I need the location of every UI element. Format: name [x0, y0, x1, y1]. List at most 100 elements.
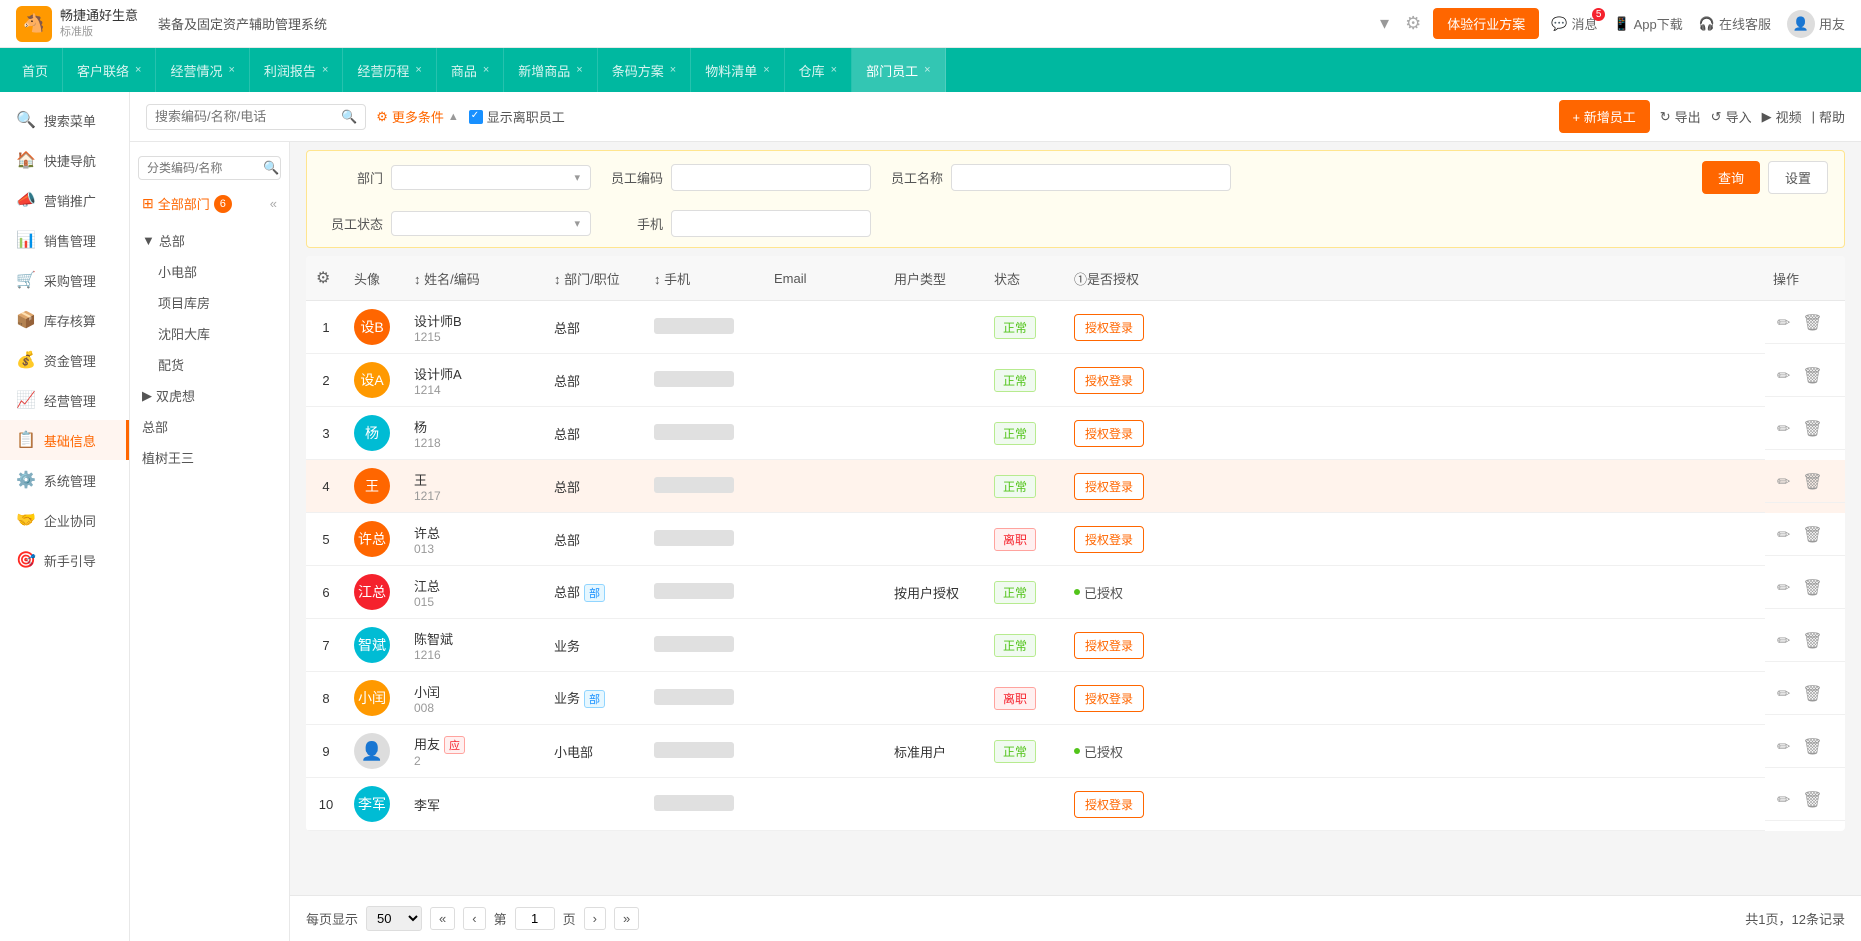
close-icon[interactable]: ×	[763, 64, 769, 76]
edit-button[interactable]: ✏	[1773, 682, 1794, 706]
delete-button[interactable]: 🗑	[1798, 417, 1826, 441]
auth-button[interactable]: 授权登录	[1074, 685, 1144, 712]
tab-operation[interactable]: 经营情况 ×	[156, 48, 249, 92]
auth-button[interactable]: 授权登录	[1074, 632, 1144, 659]
edit-button[interactable]: ✏	[1773, 788, 1794, 812]
import-button[interactable]: ↺ 导入	[1711, 107, 1752, 126]
help-button[interactable]: | 帮助	[1812, 107, 1845, 126]
filter-phone-input[interactable]	[671, 210, 871, 237]
th-dept[interactable]: ↕ 部门/职位	[546, 256, 646, 301]
sidebar-item-marketing[interactable]: 📣 营销推广	[0, 180, 129, 220]
gear-icon[interactable]: ⚙	[314, 266, 332, 290]
collapse-button[interactable]: «	[270, 196, 277, 211]
sidebar-item-guide[interactable]: 🎯 新手引导	[0, 540, 129, 580]
dept-all[interactable]: ⊞ 全部部门 6 «	[130, 186, 289, 221]
delete-button[interactable]: 🗑	[1798, 523, 1826, 547]
dept-node-shenyang[interactable]: 沈阳大库	[146, 318, 289, 349]
auth-button[interactable]: 授权登录	[1074, 526, 1144, 553]
edit-button[interactable]: ✏	[1773, 311, 1794, 335]
dept-node-peihuo[interactable]: 配货	[146, 349, 289, 380]
tab-barcode[interactable]: 条码方案 ×	[598, 48, 691, 92]
sidebar-item-purchase[interactable]: 🛒 采购管理	[0, 260, 129, 300]
dept-node-shuanghu[interactable]: ▶ 双虎想	[130, 380, 289, 411]
close-icon[interactable]: ×	[576, 64, 582, 76]
tab-profit[interactable]: 利润报告 ×	[250, 48, 343, 92]
page-input[interactable]	[515, 907, 555, 930]
tab-goods[interactable]: 商品 ×	[437, 48, 504, 92]
dept-node-xiaodian[interactable]: 小电部	[146, 256, 289, 287]
close-icon[interactable]: ×	[483, 64, 489, 76]
close-icon[interactable]: ×	[135, 64, 141, 76]
tab-home[interactable]: 首页	[8, 48, 63, 92]
auth-button[interactable]: 授权登录	[1074, 420, 1144, 447]
search-input[interactable]	[155, 109, 335, 124]
dept-node-root[interactable]: ▼ 总部	[130, 225, 289, 256]
dept-node-zhishu[interactable]: 植树王三	[130, 442, 289, 473]
trial-button[interactable]: 体验行业方案	[1433, 8, 1539, 39]
filter-more-button[interactable]: ⚙ 更多条件 ▲	[376, 107, 459, 126]
sidebar-item-collab[interactable]: 🤝 企业协同	[0, 500, 129, 540]
edit-button[interactable]: ✏	[1773, 629, 1794, 653]
sidebar-item-finance[interactable]: 💰 资金管理	[0, 340, 129, 380]
edit-button[interactable]: ✏	[1773, 735, 1794, 759]
filter-status-select[interactable]: ▾	[391, 211, 591, 236]
edit-button[interactable]: ✏	[1773, 470, 1794, 494]
close-icon[interactable]: ×	[322, 64, 328, 76]
filter-name-input[interactable]	[951, 164, 1231, 191]
filter-dept-select[interactable]: ▾	[391, 165, 591, 190]
tab-add-goods[interactable]: 新增商品 ×	[504, 48, 597, 92]
dept-node-project[interactable]: 项目库房	[146, 287, 289, 318]
delete-button[interactable]: 🗑	[1798, 629, 1826, 653]
setting-button[interactable]: 设置	[1768, 161, 1828, 194]
tab-bom[interactable]: 物料清单 ×	[691, 48, 784, 92]
delete-button[interactable]: 🗑	[1798, 470, 1826, 494]
th-phone[interactable]: ↕ 手机	[646, 256, 766, 301]
export-button[interactable]: ↻ 导出	[1660, 107, 1701, 126]
close-icon[interactable]: ×	[228, 64, 234, 76]
last-page-button[interactable]: »	[614, 907, 639, 930]
delete-button[interactable]: 🗑	[1798, 364, 1826, 388]
sidebar-item-nav[interactable]: 🏠 快捷导航	[0, 140, 129, 180]
edit-button[interactable]: ✏	[1773, 523, 1794, 547]
next-page-button[interactable]: ›	[584, 907, 606, 930]
dept-search-input[interactable]	[138, 156, 281, 180]
search-box[interactable]: 🔍	[146, 104, 366, 130]
close-icon[interactable]: ×	[924, 64, 930, 76]
page-size-select[interactable]: 50 100 200	[366, 906, 422, 931]
online-service-button[interactable]: 🎧 在线客服	[1699, 14, 1771, 33]
prev-page-button[interactable]: ‹	[463, 907, 485, 930]
sidebar-item-basic[interactable]: 📋 基础信息	[0, 420, 129, 460]
th-settings[interactable]: ⚙	[306, 256, 346, 301]
th-name[interactable]: ↕ 姓名/编码	[406, 256, 546, 301]
auth-button[interactable]: 授权登录	[1074, 791, 1144, 818]
sidebar-item-inventory[interactable]: 📦 库存核算	[0, 300, 129, 340]
sidebar-item-system[interactable]: ⚙️ 系统管理	[0, 460, 129, 500]
sidebar-item-sales[interactable]: 📊 销售管理	[0, 220, 129, 260]
edit-button[interactable]: ✏	[1773, 576, 1794, 600]
add-employee-button[interactable]: + 新增员工	[1559, 100, 1650, 133]
system-title-dropdown[interactable]: ▾	[1380, 13, 1389, 34]
delete-button[interactable]: 🗑	[1798, 311, 1826, 335]
sidebar-item-operation[interactable]: 📈 经营管理	[0, 380, 129, 420]
close-icon[interactable]: ×	[415, 64, 421, 76]
tab-customer[interactable]: 客户联络 ×	[63, 48, 156, 92]
tab-employee[interactable]: 部门员工 ×	[852, 48, 945, 92]
edit-button[interactable]: ✏	[1773, 364, 1794, 388]
dept-search[interactable]: 🔍	[130, 150, 289, 186]
auth-button[interactable]: 授权登录	[1074, 367, 1144, 394]
tab-warehouse[interactable]: 仓库 ×	[785, 48, 852, 92]
sidebar-item-search[interactable]: 🔍 搜索菜单	[0, 100, 129, 140]
settings-icon[interactable]: ⚙	[1405, 13, 1421, 34]
auth-button[interactable]: 授权登录	[1074, 314, 1144, 341]
show-resign-checkbox[interactable]: 显示离职员工	[469, 107, 565, 126]
message-button[interactable]: 💬 消息 5	[1551, 14, 1597, 33]
query-button[interactable]: 查询	[1702, 161, 1760, 194]
delete-button[interactable]: 🗑	[1798, 735, 1826, 759]
first-page-button[interactable]: «	[430, 907, 455, 930]
delete-button[interactable]: 🗑	[1798, 682, 1826, 706]
user-button[interactable]: 👤 用友	[1787, 10, 1845, 38]
auth-button[interactable]: 授权登录	[1074, 473, 1144, 500]
dept-node-zongbu[interactable]: 总部	[130, 411, 289, 442]
edit-button[interactable]: ✏	[1773, 417, 1794, 441]
view-button[interactable]: ▶ 视频	[1762, 107, 1802, 126]
